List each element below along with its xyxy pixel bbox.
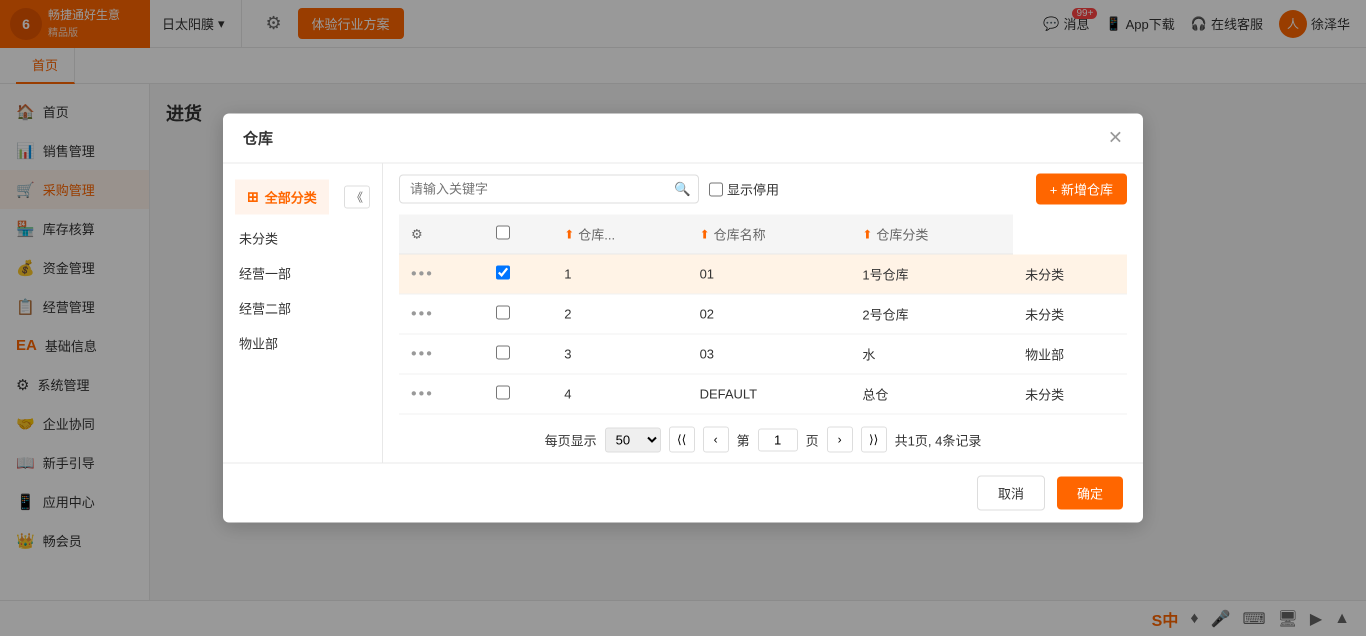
page-suffix: 页 xyxy=(806,430,819,449)
row-name: 总仓 xyxy=(850,374,1013,414)
sort-icon-name: ⬆ xyxy=(700,227,710,241)
category-item-dept1[interactable]: 经营一部 xyxy=(223,256,382,291)
table-header-row: ⚙ ⬆ 仓库... ⬆ 仓库名称 xyxy=(399,215,1127,255)
row-index: 2 xyxy=(552,294,687,334)
table-row[interactable]: ••• 3 03 水 物业部 xyxy=(399,334,1127,374)
search-input-wrap: 🔍 xyxy=(399,175,699,204)
row-name: 1号仓库 xyxy=(850,254,1013,294)
row-more: ••• xyxy=(399,334,484,374)
modal-body: ⊞ 全部分类 《 未分类 经营一部 经营二部 物业部 xyxy=(223,164,1143,463)
modal-header: 仓库 ✕ xyxy=(223,114,1143,164)
add-warehouse-button[interactable]: + 新增仓库 xyxy=(1036,174,1127,205)
warehouse-modal: 仓库 ✕ ⊞ 全部分类 《 未分类 经营一部 经营二部 物业部 xyxy=(223,114,1143,523)
row-code: 01 xyxy=(688,254,851,294)
row-category: 未分类 xyxy=(1013,374,1127,414)
cancel-button[interactable]: 取消 xyxy=(977,476,1045,511)
row-category: 未分类 xyxy=(1013,294,1127,334)
select-all-checkbox[interactable] xyxy=(496,226,510,240)
modal-close-button[interactable]: ✕ xyxy=(1108,128,1123,149)
show-disabled-checkbox[interactable] xyxy=(709,182,723,196)
search-button[interactable]: 🔍 xyxy=(674,181,691,197)
th-name: ⬆ 仓库名称 xyxy=(688,215,851,255)
show-disabled-label[interactable]: 显示停用 xyxy=(709,180,779,199)
total-label: 共1页, 4条记录 xyxy=(895,430,982,449)
per-page-select[interactable]: 50 20 100 xyxy=(605,427,661,452)
row-index: 3 xyxy=(552,334,687,374)
category-all[interactable]: ⊞ 全部分类 xyxy=(235,180,329,215)
collapse-button[interactable]: 《 xyxy=(344,186,370,209)
row-checkbox[interactable] xyxy=(484,254,553,294)
table-row[interactable]: ••• 1 01 1号仓库 未分类 xyxy=(399,254,1127,294)
row-name: 水 xyxy=(850,334,1013,374)
row-code: 03 xyxy=(688,334,851,374)
category-item-dept2[interactable]: 经营二部 xyxy=(223,291,382,326)
row-category: 物业部 xyxy=(1013,334,1127,374)
category-panel-header: ⊞ 全部分类 《 xyxy=(223,174,382,221)
th-category: ⬆ 仓库分类 xyxy=(850,215,1013,255)
row-category: 未分类 xyxy=(1013,254,1127,294)
table-toolbar: 🔍 显示停用 + 新增仓库 xyxy=(399,174,1127,205)
category-panel: ⊞ 全部分类 《 未分类 经营一部 经营二部 物业部 xyxy=(223,164,383,463)
row-checkbox[interactable] xyxy=(484,374,553,414)
row-more: ••• xyxy=(399,374,484,414)
modal-footer: 取消 确定 xyxy=(223,463,1143,523)
row-checkbox[interactable] xyxy=(484,334,553,374)
table-row[interactable]: ••• 2 02 2号仓库 未分类 xyxy=(399,294,1127,334)
row-code: 02 xyxy=(688,294,851,334)
row-more: ••• xyxy=(399,294,484,334)
first-page-button[interactable]: ⟨⟨ xyxy=(669,427,695,453)
confirm-button[interactable]: 确定 xyxy=(1057,477,1123,510)
th-checkbox xyxy=(484,215,553,255)
table-row[interactable]: ••• 4 DEFAULT 总仓 未分类 xyxy=(399,374,1127,414)
category-all-label: 全部分类 xyxy=(265,188,317,207)
row-more: ••• xyxy=(399,254,484,294)
category-all-icon: ⊞ xyxy=(247,189,259,206)
next-page-button[interactable]: › xyxy=(827,427,853,453)
prev-page-button[interactable]: ‹ xyxy=(703,427,729,453)
settings-icon: ⚙ xyxy=(411,226,423,241)
per-page-label: 每页显示 xyxy=(545,430,597,449)
th-settings: ⚙ xyxy=(399,215,484,255)
category-item-unclassified[interactable]: 未分类 xyxy=(223,221,382,256)
warehouse-table: ⚙ ⬆ 仓库... ⬆ 仓库名称 xyxy=(399,215,1127,415)
table-panel: 🔍 显示停用 + 新增仓库 ⚙ ⬆ 仓库... xyxy=(383,164,1143,463)
row-code: DEFAULT xyxy=(688,374,851,414)
sort-icon-cat: ⬆ xyxy=(862,227,872,241)
modal-title: 仓库 xyxy=(243,128,273,149)
sort-icon-code: ⬆ xyxy=(564,227,574,241)
row-index: 4 xyxy=(552,374,687,414)
search-input[interactable] xyxy=(399,175,699,204)
row-name: 2号仓库 xyxy=(850,294,1013,334)
category-item-property[interactable]: 物业部 xyxy=(223,326,382,361)
row-checkbox[interactable] xyxy=(484,294,553,334)
page-label: 第 xyxy=(737,430,750,449)
page-input[interactable] xyxy=(758,428,798,451)
row-index: 1 xyxy=(552,254,687,294)
last-page-button[interactable]: ⟩⟩ xyxy=(861,427,887,453)
pagination: 每页显示 50 20 100 ⟨⟨ ‹ 第 页 › ⟩⟩ 共1页, 4条记录 xyxy=(399,427,1127,453)
th-code: ⬆ 仓库... xyxy=(552,215,687,255)
